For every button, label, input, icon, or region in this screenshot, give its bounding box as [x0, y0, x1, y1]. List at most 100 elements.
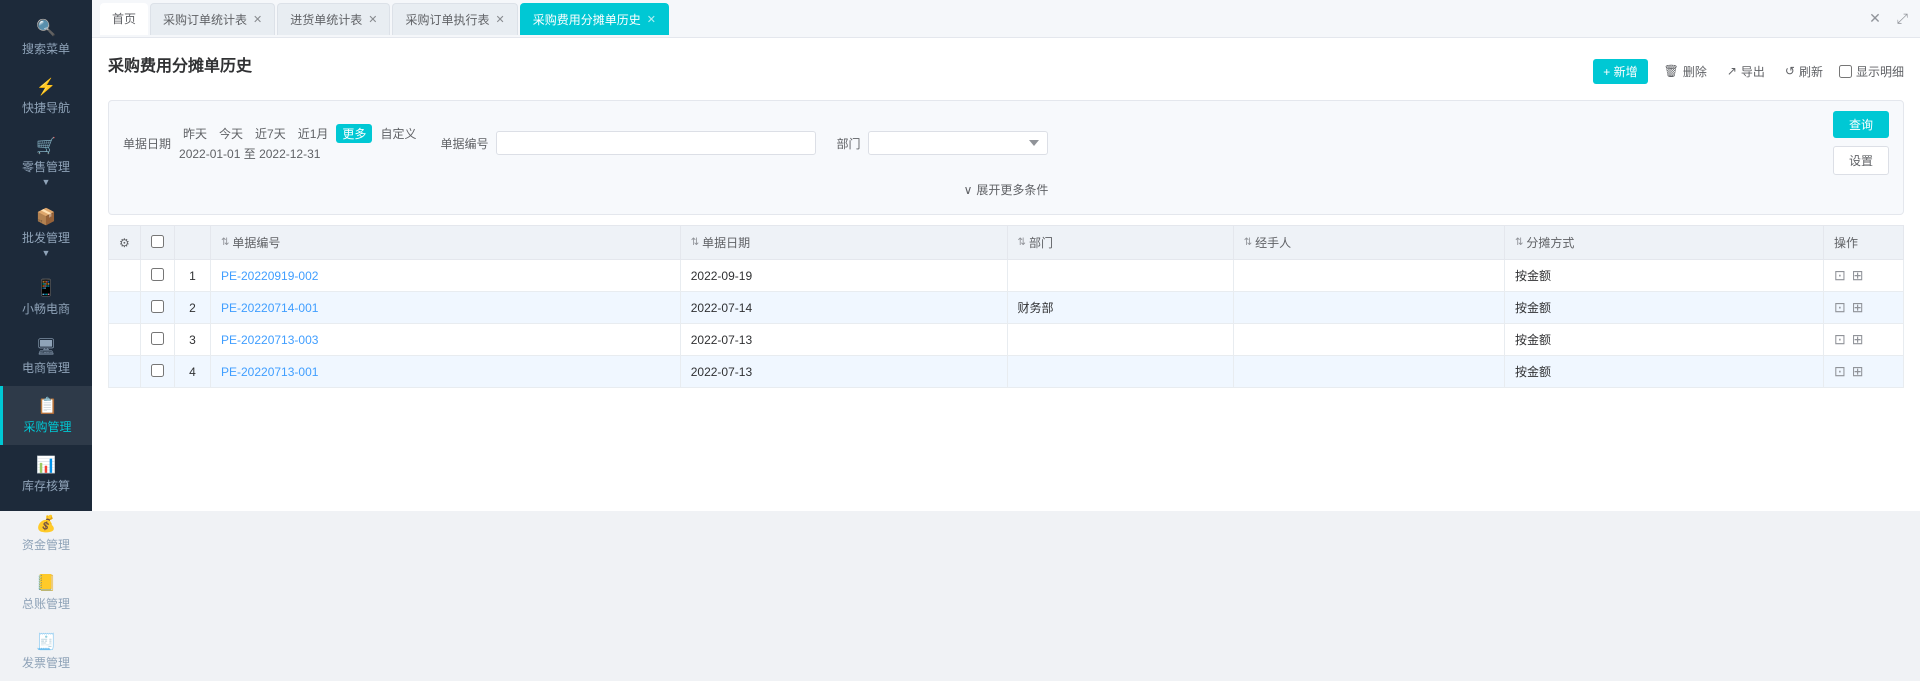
search-bar: 单据日期 昨天 今天 近7天 近1月 更多 自定义 2022-01-01 至 2…	[108, 100, 1904, 215]
sort-icon: ⇅	[221, 237, 229, 248]
th-dept[interactable]: ⇅部门	[1007, 226, 1233, 260]
date-pill-1month[interactable]: 近1月	[294, 124, 333, 143]
row-checkbox[interactable]	[151, 300, 164, 313]
sidebar-item-mini[interactable]: 📱 小畅电商	[0, 268, 92, 327]
doc-num-field: 单据编号	[440, 131, 816, 155]
cell-split-method: 按金额	[1505, 356, 1824, 388]
chevron-down-icon: ∨	[964, 183, 973, 197]
th-split-method[interactable]: ⇅分摊方式	[1505, 226, 1824, 260]
close-all-tabs-button[interactable]: ✕	[1865, 8, 1885, 29]
date-label: 单据日期	[123, 135, 171, 152]
page-title: 采购费用分摊单历史	[108, 52, 252, 76]
sidebar-item-inventory[interactable]: 📊 库存核算	[0, 445, 92, 504]
tab-purchase-order-stats[interactable]: 采购订单统计表 ✕	[150, 3, 275, 35]
sidebar-item-ledger[interactable]: 📒 总账管理	[0, 563, 92, 622]
table-row: 2 PE-20220714-001 2022-07-14 财务部 按金额 ⊡ ⊞	[109, 292, 1904, 324]
th-gear[interactable]: ⚙	[109, 226, 141, 260]
export-button[interactable]: ↗ 导出	[1723, 61, 1769, 82]
capital-icon: 💰	[36, 514, 56, 534]
row-checkbox[interactable]	[151, 332, 164, 345]
search-icon: 🔍	[36, 18, 56, 38]
edit-icon[interactable]: ⊡	[1834, 331, 1846, 348]
select-all-checkbox[interactable]	[151, 235, 164, 248]
sidebar-item-wholesale[interactable]: 📦 批发管理 ▼	[0, 197, 92, 268]
edit-icon[interactable]: ⊡	[1834, 267, 1846, 284]
data-table: ⚙ ⇅单据编号 ⇅单据日期 ⇅部门 ⇅经手人	[108, 225, 1904, 388]
refresh-button[interactable]: ↺ 刷新	[1781, 61, 1827, 82]
doc-no-link[interactable]: PE-20220713-003	[221, 333, 318, 347]
tab-purchase-fee-split[interactable]: 采购费用分摊单历史 ✕	[520, 3, 669, 35]
date-pill-yesterday[interactable]: 昨天	[179, 124, 211, 143]
search-row: 单据日期 昨天 今天 近7天 近1月 更多 自定义 2022-01-01 至 2…	[123, 111, 1889, 175]
doc-no-link[interactable]: PE-20220919-002	[221, 269, 318, 283]
tab-inbound-stats[interactable]: 进货单统计表 ✕	[277, 3, 390, 35]
cell-doc-date: 2022-09-19	[680, 260, 1007, 292]
date-pill-7days[interactable]: 近7天	[251, 124, 290, 143]
th-doc-date[interactable]: ⇅单据日期	[680, 226, 1007, 260]
edit-icon[interactable]: ⊡	[1834, 299, 1846, 316]
th-handler[interactable]: ⇅经手人	[1233, 226, 1504, 260]
cell-num: 2	[175, 292, 211, 324]
tab-actions: ✕ ⤢	[1865, 8, 1912, 29]
detail-icon[interactable]: ⊞	[1852, 299, 1864, 316]
retail-icon: 🛒	[36, 136, 56, 156]
sidebar-item-search[interactable]: 🔍 搜索菜单	[0, 8, 92, 67]
show-detail-checkbox[interactable]	[1839, 65, 1852, 78]
close-tab-icon[interactable]: ✕	[253, 13, 262, 26]
dept-select[interactable]: 财务部	[868, 131, 1048, 155]
cell-num: 4	[175, 356, 211, 388]
sidebar-item-invoice[interactable]: 🧾 发票管理	[0, 622, 92, 681]
cell-doc-no: PE-20220713-001	[211, 356, 681, 388]
row-checkbox[interactable]	[151, 268, 164, 281]
cell-doc-no: PE-20220714-001	[211, 292, 681, 324]
sidebar-item-ecommerce[interactable]: 🖥 电商管理	[0, 327, 92, 386]
close-tab-icon[interactable]: ✕	[496, 13, 505, 26]
edit-icon[interactable]: ⊡	[1834, 363, 1846, 380]
sidebar-item-purchase[interactable]: 📋 采购管理	[0, 386, 92, 445]
setting-button[interactable]: 设置	[1833, 146, 1889, 175]
sidebar-item-quick[interactable]: ⚡ 快捷导航	[0, 67, 92, 126]
cell-handler	[1233, 292, 1504, 324]
cell-doc-no: PE-20220919-002	[211, 260, 681, 292]
table-row: 4 PE-20220713-001 2022-07-13 按金额 ⊡ ⊞	[109, 356, 1904, 388]
close-tab-icon[interactable]: ✕	[368, 13, 377, 26]
detail-icon[interactable]: ⊞	[1852, 267, 1864, 284]
cell-checkbox	[141, 260, 175, 292]
query-button[interactable]: 查询	[1833, 111, 1889, 138]
th-doc-no[interactable]: ⇅单据编号	[211, 226, 681, 260]
cell-doc-date: 2022-07-13	[680, 324, 1007, 356]
date-pill-today[interactable]: 今天	[215, 124, 247, 143]
main-content: 首页 采购订单统计表 ✕ 进货单统计表 ✕ 采购订单执行表 ✕ 采购费用分摊单历…	[92, 0, 1920, 511]
sidebar-item-capital[interactable]: 💰 资金管理	[0, 504, 92, 563]
doc-no-link[interactable]: PE-20220714-001	[221, 301, 318, 315]
sidebar-item-retail[interactable]: 🛒 零售管理 ▼	[0, 126, 92, 197]
detail-icon[interactable]: ⊞	[1852, 363, 1864, 380]
expand-conditions-button[interactable]: ∨ 展开更多条件	[964, 181, 1049, 198]
toolbar: + 新增 🗑 删除 ↗ 导出 ↺ 刷新 显示明细	[1593, 59, 1904, 84]
doc-no-link[interactable]: PE-20220713-001	[221, 365, 318, 379]
doc-num-input[interactable]	[496, 131, 816, 155]
row-checkbox[interactable]	[151, 364, 164, 377]
cell-dept	[1007, 260, 1233, 292]
doc-num-label: 单据编号	[440, 135, 488, 152]
cell-action: ⊡ ⊞	[1824, 292, 1904, 324]
cell-dept: 财务部	[1007, 292, 1233, 324]
purchase-icon: 📋	[38, 396, 58, 416]
cell-num: 1	[175, 260, 211, 292]
add-button[interactable]: + 新增	[1593, 59, 1647, 84]
detail-icon[interactable]: ⊞	[1852, 331, 1864, 348]
tab-home[interactable]: 首页	[100, 3, 148, 35]
cell-checkbox	[141, 324, 175, 356]
tab-purchase-order-exec[interactable]: 采购订单执行表 ✕	[392, 3, 517, 35]
delete-button[interactable]: 🗑 删除	[1660, 61, 1711, 82]
date-pill-custom[interactable]: 自定义	[376, 124, 420, 143]
quick-icon: ⚡	[36, 77, 56, 97]
expand-button[interactable]: ⤢	[1893, 8, 1912, 29]
cell-action: ⊡ ⊞	[1824, 324, 1904, 356]
show-detail-checkbox-label[interactable]: 显示明细	[1839, 63, 1904, 80]
close-active-tab-icon[interactable]: ✕	[647, 13, 656, 26]
date-pill-more[interactable]: 更多	[336, 124, 372, 143]
table-row: 3 PE-20220713-003 2022-07-13 按金额 ⊡ ⊞	[109, 324, 1904, 356]
delete-icon: 🗑	[1664, 64, 1679, 78]
dept-field: 部门 财务部	[836, 131, 1048, 155]
